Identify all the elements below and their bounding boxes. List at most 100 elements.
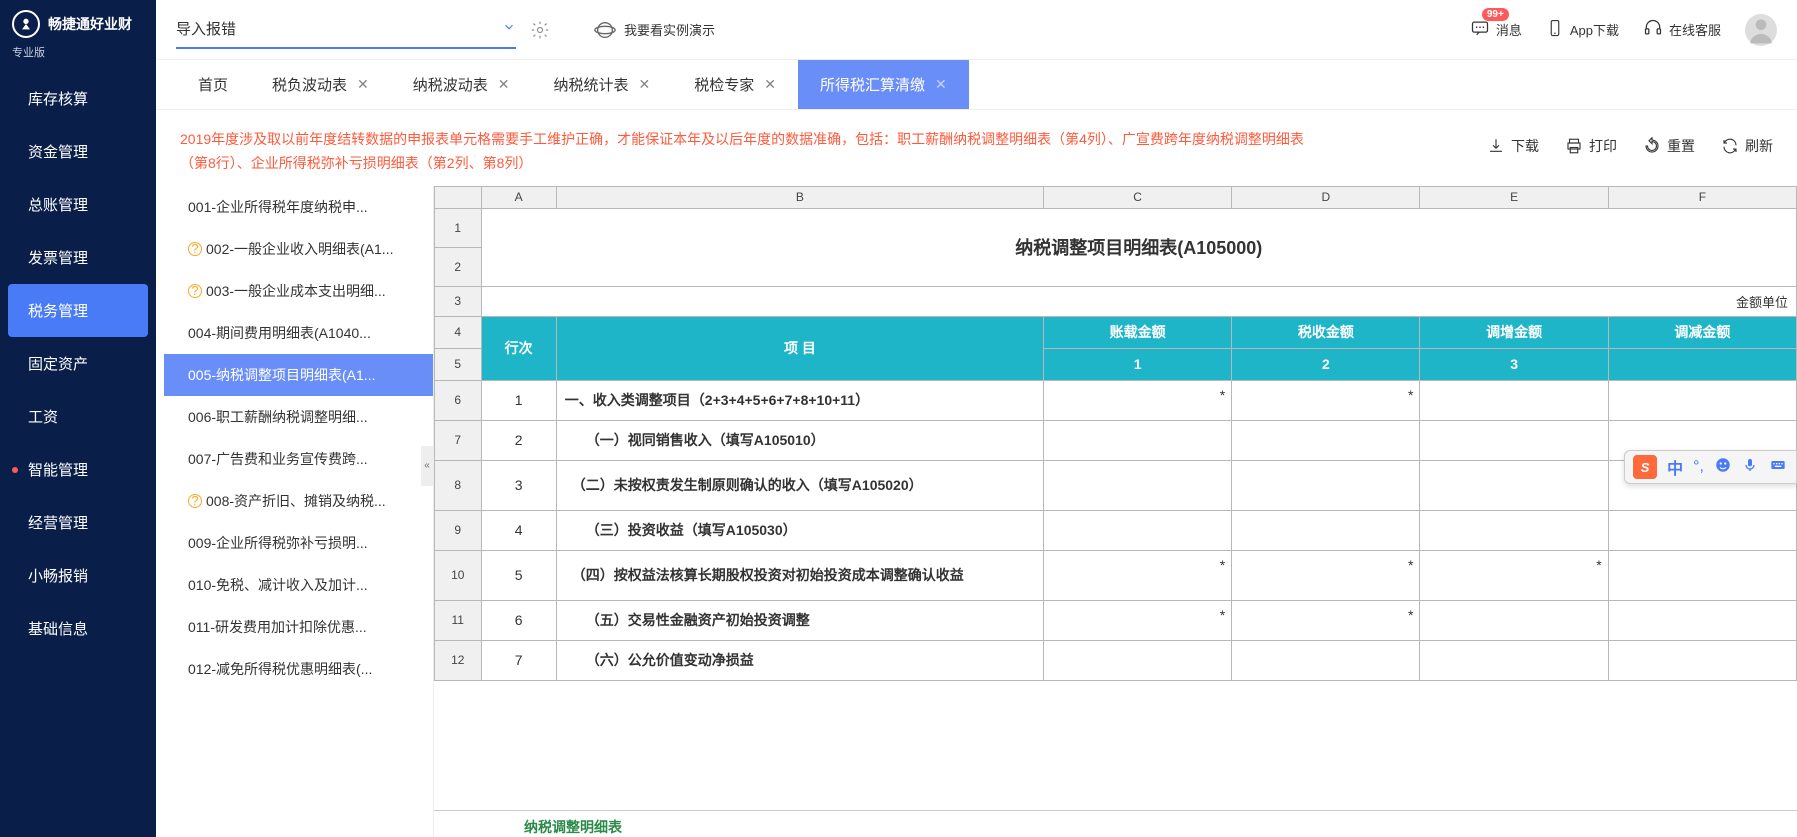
cell-value[interactable] <box>1608 510 1796 550</box>
cell-value[interactable] <box>1232 460 1420 510</box>
cell-value[interactable] <box>1420 460 1608 510</box>
row-header[interactable]: 7 <box>435 420 482 460</box>
row-header[interactable]: 6 <box>435 380 482 420</box>
cell-item[interactable]: （六）公允价值变动净损益 <box>556 640 1043 680</box>
hdr-c[interactable]: 账载金额 <box>1044 316 1232 348</box>
row-header[interactable]: 9 <box>435 510 482 550</box>
sidebar-item[interactable]: 智能管理 <box>0 443 156 496</box>
row-header[interactable]: 4 <box>435 316 482 348</box>
cell-value[interactable] <box>1044 460 1232 510</box>
cell-value[interactable]: * <box>1232 380 1420 420</box>
hdr-e[interactable]: 调增金额 <box>1420 316 1608 348</box>
cell-value[interactable]: * <box>1044 600 1232 640</box>
hdr-d[interactable]: 税收金额 <box>1232 316 1420 348</box>
close-icon[interactable]: ✕ <box>639 76 651 93</box>
col-header[interactable]: B <box>556 186 1043 208</box>
report-item[interactable]: 001-企业所得税年度纳税申... <box>164 186 433 228</box>
demo-link[interactable]: 我要看实例演示 <box>594 19 715 41</box>
sidebar-item[interactable]: 工资 <box>0 390 156 443</box>
sidebar-item[interactable]: 固定资产 <box>0 337 156 390</box>
ime-punct-icon[interactable]: °, <box>1693 458 1704 476</box>
gear-icon[interactable] <box>530 20 550 40</box>
sheet-grid[interactable]: A B C D E F 1 纳税调整项目明细表(A105000) 2 <box>434 186 1797 810</box>
report-item[interactable]: ?002-一般企业收入明细表(A1... <box>164 228 433 270</box>
customer-service-button[interactable]: 在线客服 <box>1643 18 1721 41</box>
close-icon[interactable]: ✕ <box>935 76 947 93</box>
tab[interactable]: 纳税波动表✕ <box>391 60 532 109</box>
cell-item[interactable]: （四）按权益法核算长期股权投资对初始投资成本调整确认收益 <box>556 550 1043 600</box>
cell-value[interactable] <box>1608 600 1796 640</box>
sidebar-item[interactable]: 基础信息 <box>0 602 156 655</box>
tab[interactable]: 税负波动表✕ <box>250 60 391 109</box>
col-header[interactable]: F <box>1608 186 1796 208</box>
sidebar-item[interactable]: 税务管理 <box>8 284 148 337</box>
report-item[interactable]: 005-纳税调整项目明细表(A1... <box>164 354 433 396</box>
reset-button[interactable]: 重置 <box>1643 136 1695 156</box>
col-header[interactable]: D <box>1232 186 1420 208</box>
report-item[interactable]: 007-广告费和业务宣传费跨... <box>164 438 433 480</box>
cell-value[interactable] <box>1608 640 1796 680</box>
row-header[interactable]: 10 <box>435 550 482 600</box>
close-icon[interactable]: ✕ <box>764 76 776 93</box>
row-header[interactable]: 8 <box>435 460 482 510</box>
cell-item[interactable]: （一）视同销售收入（填写A105010） <box>556 420 1043 460</box>
cell-value[interactable]: * <box>1044 380 1232 420</box>
cell-seq[interactable]: 1 <box>481 380 556 420</box>
unit-cell[interactable]: 金额单位 <box>481 286 1797 316</box>
report-item[interactable]: ?003-一般企业成本支出明细... <box>164 270 433 312</box>
ime-mic-icon[interactable] <box>1742 456 1758 479</box>
report-item[interactable]: 009-企业所得税弥补亏损明... <box>164 522 433 564</box>
sheet-title[interactable]: 纳税调整项目明细表(A105000) <box>481 208 1797 286</box>
report-item[interactable]: 006-职工薪酬纳税调整明细... <box>164 396 433 438</box>
download-button[interactable]: 下载 <box>1487 136 1539 156</box>
row-header[interactable]: 2 <box>435 247 482 286</box>
cell-item[interactable]: （三）投资收益（填写A105030） <box>556 510 1043 550</box>
cell-seq[interactable]: 5 <box>481 550 556 600</box>
cell-value[interactable] <box>1608 550 1796 600</box>
report-item[interactable]: 010-免税、减计收入及加计... <box>164 564 433 606</box>
cell-value[interactable] <box>1420 600 1608 640</box>
cell-value[interactable] <box>1044 640 1232 680</box>
hdr-f[interactable]: 调减金额 <box>1608 316 1796 348</box>
report-item[interactable]: 004-期间费用明细表(A1040... <box>164 312 433 354</box>
cell-seq[interactable]: 4 <box>481 510 556 550</box>
ime-keyboard-icon[interactable] <box>1768 457 1788 478</box>
hdr2-c[interactable]: 1 <box>1044 348 1232 380</box>
cell-value[interactable] <box>1232 420 1420 460</box>
sidebar-item[interactable]: 库存核算 <box>0 72 156 125</box>
ime-bar[interactable]: S 中 °, <box>1624 450 1797 484</box>
tab[interactable]: 税检专家✕ <box>672 60 798 109</box>
cell-value[interactable] <box>1232 510 1420 550</box>
cell-value[interactable]: * <box>1044 550 1232 600</box>
cell-value[interactable]: * <box>1420 550 1608 600</box>
ime-lang-label[interactable]: 中 <box>1667 455 1683 479</box>
cell-value[interactable] <box>1420 420 1608 460</box>
close-icon[interactable]: ✕ <box>498 76 510 93</box>
cell-seq[interactable]: 6 <box>481 600 556 640</box>
close-icon[interactable]: ✕ <box>357 76 369 93</box>
avatar[interactable] <box>1745 14 1777 46</box>
hdr-seq[interactable]: 行次 <box>481 316 556 380</box>
tab[interactable]: 首页 <box>176 60 250 109</box>
messages-button[interactable]: 消息 99+ <box>1470 18 1522 41</box>
col-header[interactable]: A <box>481 186 556 208</box>
tab[interactable]: 纳税统计表✕ <box>532 60 673 109</box>
import-error-dropdown[interactable]: 导入报错 <box>176 10 516 49</box>
row-header[interactable]: 12 <box>435 640 482 680</box>
row-header[interactable]: 1 <box>435 208 482 247</box>
report-item[interactable]: 012-减免所得税优惠明细表(... <box>164 648 433 690</box>
col-header[interactable]: C <box>1044 186 1232 208</box>
tab[interactable]: 所得税汇算清缴✕ <box>798 60 969 109</box>
collapse-handle[interactable]: « <box>421 446 433 486</box>
hdr2-f[interactable] <box>1608 348 1796 380</box>
sidebar-item[interactable]: 资金管理 <box>0 125 156 178</box>
cell-value[interactable] <box>1232 640 1420 680</box>
cell-value[interactable] <box>1420 380 1608 420</box>
cell-value[interactable] <box>1420 510 1608 550</box>
cell-value[interactable]: * <box>1232 600 1420 640</box>
report-item[interactable]: 011-研发费用加计扣除优惠... <box>164 606 433 648</box>
app-download-button[interactable]: App下载 <box>1546 18 1619 41</box>
cell-value[interactable]: * <box>1232 550 1420 600</box>
cell-value[interactable] <box>1044 510 1232 550</box>
cell-seq[interactable]: 3 <box>481 460 556 510</box>
